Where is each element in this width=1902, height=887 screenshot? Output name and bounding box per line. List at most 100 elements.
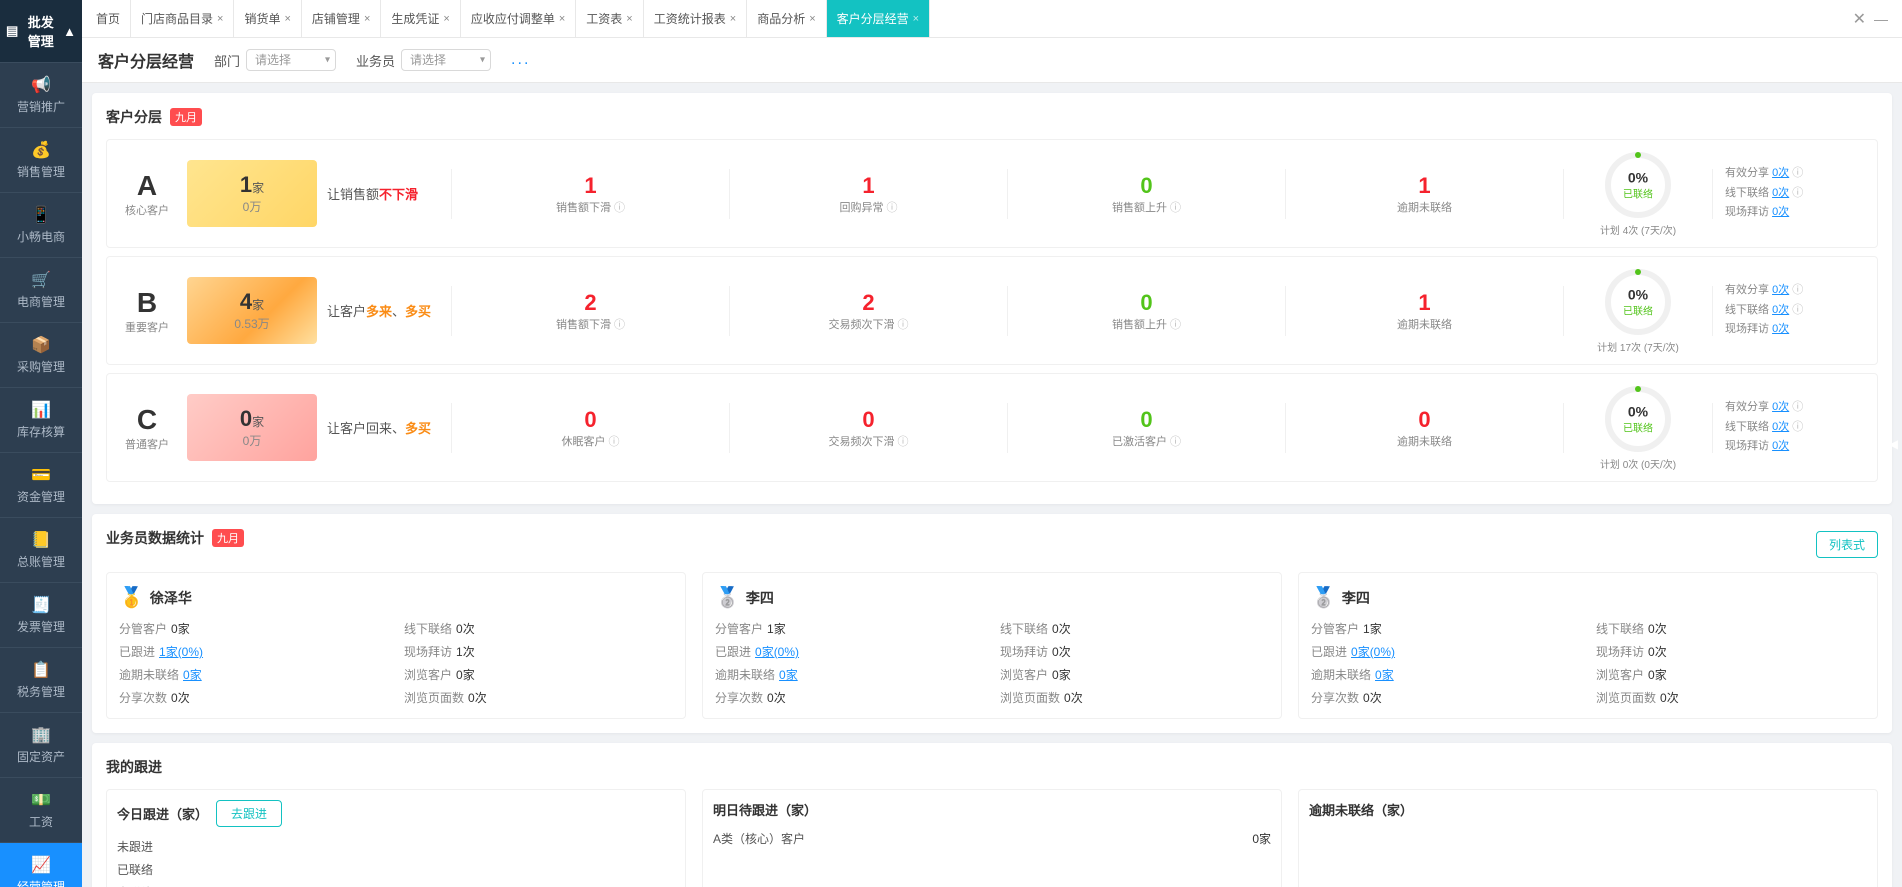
- minimize-icon[interactable]: —: [1874, 11, 1888, 27]
- follow-card-overdue: 逾期未联络（家）: [1298, 789, 1878, 887]
- staff-1-followed[interactable]: 1家(0%): [159, 643, 203, 660]
- tier-b-share-val[interactable]: 0次: [1772, 284, 1789, 296]
- tier-a-visit-val[interactable]: 0次: [1772, 206, 1789, 218]
- tab-customer-tier[interactable]: 客户分层经营 ×: [827, 0, 930, 38]
- tab-bar: 首页 门店商品目录 × 销货单 × 店铺管理 × 生成凭证 × 应收应付调整单 …: [82, 0, 1902, 38]
- sidebar-collapse-icon[interactable]: ▲: [63, 24, 76, 39]
- tab-store-goods[interactable]: 门店商品目录 ×: [131, 0, 234, 38]
- tier-b-visit-val[interactable]: 0次: [1772, 323, 1789, 335]
- tier-c-divider2: [729, 403, 730, 453]
- tier-c-stat3-info[interactable]: ⓘ: [1170, 433, 1181, 449]
- tab-voucher[interactable]: 生成凭证 ×: [381, 0, 460, 38]
- tab-wages-table-close[interactable]: ×: [626, 13, 632, 25]
- tier-c-divider5: [1563, 403, 1564, 453]
- tier-b-slogan-h1: 多来: [366, 304, 392, 319]
- close-window-icon[interactable]: ✕: [1853, 9, 1866, 29]
- tab-store-manage-close[interactable]: ×: [364, 13, 370, 25]
- sidebar-item-inventory[interactable]: 📊 库存核算: [0, 388, 82, 453]
- follow-card-today: 今日跟进（家） 去跟进 未跟进 已联络 未联络: [106, 789, 686, 887]
- tier-b-stat1-info[interactable]: ⓘ: [614, 316, 625, 332]
- go-follow-btn[interactable]: 去跟进: [216, 800, 282, 827]
- tab-wages-report[interactable]: 工资统计报表 ×: [644, 0, 747, 38]
- sidebar-item-mini[interactable]: 📱 小畅电商: [0, 193, 82, 258]
- tier-a-offline-val[interactable]: 0次: [1772, 187, 1789, 199]
- staff-select[interactable]: 请选择: [401, 49, 491, 71]
- dept-select[interactable]: 请选择: [246, 49, 336, 71]
- tab-goods-analysis[interactable]: 商品分析 ×: [747, 0, 826, 38]
- tab-payable-close[interactable]: ×: [559, 13, 565, 25]
- tab-goods-analysis-close[interactable]: ×: [809, 13, 815, 25]
- staff-1-overdue[interactable]: 0家: [183, 666, 202, 683]
- tier-a-stat3-info[interactable]: ⓘ: [1170, 199, 1181, 215]
- more-filter-btn[interactable]: ...: [511, 51, 530, 69]
- tab-customer-tier-close[interactable]: ×: [913, 13, 919, 25]
- tier-c-stat1-label: 休眠客户 ⓘ: [464, 433, 717, 449]
- sidebar-item-purchase[interactable]: 📦 采购管理: [0, 323, 82, 388]
- staff-3-manage[interactable]: 1家: [1363, 620, 1382, 637]
- tier-c-visit-val[interactable]: 0次: [1772, 440, 1789, 452]
- sidebar-item-finance[interactable]: 💳 资金管理: [0, 453, 82, 518]
- tab-sales-order[interactable]: 销货单 ×: [234, 0, 301, 38]
- follow-today-label1: 未跟进: [117, 838, 153, 855]
- follow-card-today-title: 今日跟进（家） 去跟进: [117, 800, 675, 827]
- tab-store-manage[interactable]: 店铺管理 ×: [302, 0, 381, 38]
- tier-c-divider4: [1285, 403, 1286, 453]
- customer-tier-month: 九月: [170, 108, 202, 126]
- sidebar-item-invoice[interactable]: 🧾 发票管理: [0, 583, 82, 648]
- staff-3-overdue[interactable]: 0家: [1375, 666, 1394, 683]
- staff-2-visit: 0次: [1052, 643, 1071, 660]
- sidebar-item-ecommerce[interactable]: 🛒 电商管理: [0, 258, 82, 323]
- tier-b-stat2-info[interactable]: ⓘ: [898, 316, 909, 332]
- sidebar-item-sales[interactable]: 💰 销售管理: [0, 128, 82, 193]
- tier-c-stat1-info[interactable]: ⓘ: [609, 433, 620, 449]
- tab-wages-table[interactable]: 工资表 ×: [576, 0, 643, 38]
- tab-payable-label: 应收应付调整单: [471, 10, 555, 27]
- tab-payable[interactable]: 应收应付调整单 ×: [461, 0, 576, 38]
- staff-2-manage[interactable]: 1家: [767, 620, 786, 637]
- tier-a-share-val[interactable]: 0次: [1772, 167, 1789, 179]
- tab-store-goods-close[interactable]: ×: [217, 13, 223, 25]
- tier-b-count: 4: [240, 289, 252, 314]
- tier-c-offline-val[interactable]: 0次: [1772, 421, 1789, 433]
- tier-c-stat2-info[interactable]: ⓘ: [898, 433, 909, 449]
- sidebar-item-tax[interactable]: 📋 税务管理: [0, 648, 82, 713]
- tier-c-circle-container: 0% 已联络: [1603, 384, 1673, 454]
- tab-sales-order-label: 销货单: [244, 10, 280, 27]
- tab-bar-close-btn[interactable]: ✕ —: [1843, 9, 1898, 29]
- tab-voucher-close[interactable]: ×: [443, 13, 449, 25]
- tier-c-share-val[interactable]: 0次: [1772, 401, 1789, 413]
- customer-tier-section-title: 客户分层 九月: [106, 107, 1878, 127]
- staff-2-overdue[interactable]: 0家: [779, 666, 798, 683]
- tier-a-stat2-label: 回购异常 ⓘ: [742, 199, 995, 215]
- staff-3-browse[interactable]: 0家: [1648, 666, 1667, 683]
- staff-card-2: 🥈 李四 分管客户 1家 线下联络 0次 已跟进: [702, 572, 1282, 719]
- staff-row-1-7: 浏览页面数 0次: [404, 689, 673, 706]
- sidebar-item-ledger[interactable]: 📒 总账管理: [0, 518, 82, 583]
- tier-a-stat3-num: 0: [1020, 173, 1273, 199]
- list-view-btn[interactable]: 列表式: [1816, 531, 1878, 558]
- staff-2-browse[interactable]: 0家: [1052, 666, 1071, 683]
- tier-a-stat2-info[interactable]: ⓘ: [887, 199, 898, 215]
- staff-1-browse[interactable]: 0家: [456, 666, 475, 683]
- tier-b-letter: B: [115, 287, 179, 319]
- tier-b-amount: 4家 0.53万: [187, 277, 317, 344]
- management-icon: 📈: [6, 855, 76, 875]
- sidebar-item-fixed[interactable]: 🏢 固定资产: [0, 713, 82, 778]
- tier-b-stat3-info[interactable]: ⓘ: [1170, 316, 1181, 332]
- sidebar-item-wages[interactable]: 💵 工资: [0, 778, 82, 843]
- tab-sales-order-close[interactable]: ×: [284, 13, 290, 25]
- tab-wages-report-close[interactable]: ×: [730, 13, 736, 25]
- staff-body-1: 分管客户 0家 线下联络 0次 已跟进 1家(0%) 现场拜访: [119, 620, 673, 706]
- tier-b-offline-val[interactable]: 0次: [1772, 304, 1789, 316]
- staff-row-1-0: 分管客户 0家: [119, 620, 388, 637]
- staff-1-manage[interactable]: 0家: [171, 620, 190, 637]
- staff-month: 九月: [212, 529, 244, 547]
- staff-3-followed[interactable]: 0家(0%): [1351, 643, 1395, 660]
- tier-a-stat-3: 0 销售额上升 ⓘ: [1012, 173, 1281, 215]
- sidebar-item-management[interactable]: 📈 经营管理 ◀: [0, 843, 82, 887]
- staff-2-followed[interactable]: 0家(0%): [755, 643, 799, 660]
- tab-home[interactable]: 首页: [86, 0, 131, 38]
- tier-a-stat1-info[interactable]: ⓘ: [614, 199, 625, 215]
- sidebar-item-marketing[interactable]: 📢 营销推广: [0, 63, 82, 128]
- tier-c-stat3-num: 0: [1020, 407, 1273, 433]
